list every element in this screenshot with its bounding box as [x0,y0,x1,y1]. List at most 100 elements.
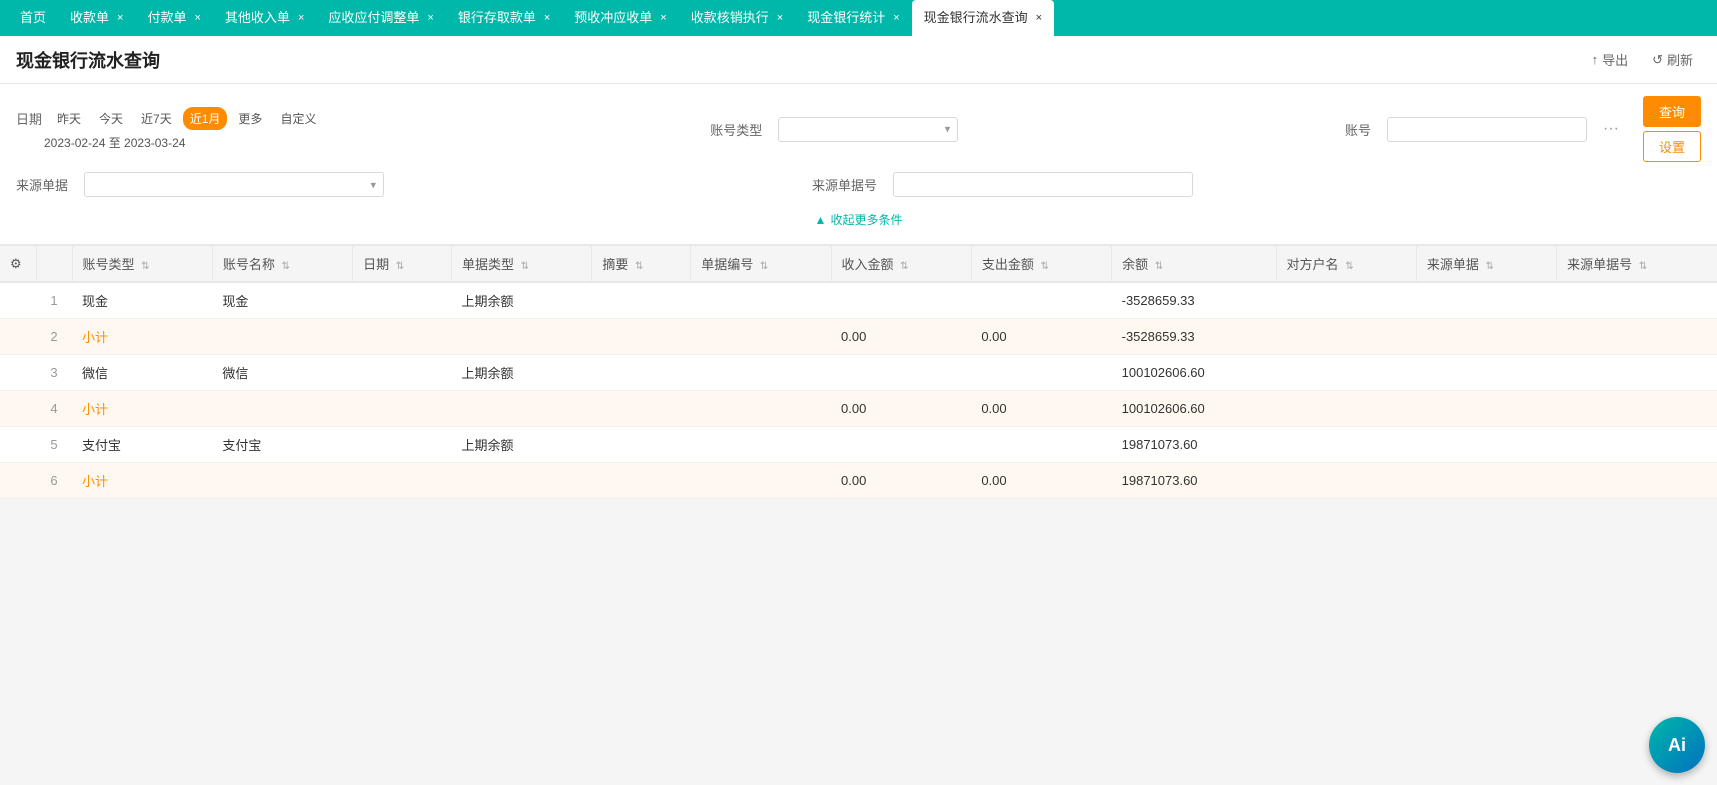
close-icon[interactable]: × [777,0,783,36]
query-button[interactable]: 查询 [1643,96,1701,127]
account-input[interactable] [1387,117,1587,142]
sort-icon[interactable]: ⇅ [900,261,908,272]
row-gear-cell [0,391,36,427]
dots-button[interactable]: ··· [1603,120,1619,138]
col-doc-no: 单据编号 ⇅ [691,246,831,283]
cell-source-doc [1416,282,1556,319]
nav-item-adjustment[interactable]: 应收应付调整单 × [316,0,445,36]
source-doc-select[interactable] [84,172,384,197]
cell-income [831,282,971,319]
top-navigation: 首页 收款单 × 付款单 × 其他收入单 × 应收应付调整单 × 银行存取款单 … [0,0,1717,36]
cell-summary [592,319,691,355]
date-btn-custom[interactable]: 自定义 [273,107,323,130]
row-index: 3 [36,355,72,391]
cell-summary [592,463,691,499]
nav-item-other-income[interactable]: 其他收入单 × [213,0,316,36]
sort-icon[interactable]: ⇅ [396,261,404,272]
cell-doc-type: 上期余额 [452,282,592,319]
account-type-label: 账号类型 [710,120,762,139]
cell-source-doc [1416,391,1556,427]
table-container: ⚙ 账号类型 ⇅ 账号名称 ⇅ 日期 ⇅ 单据类型 ⇅ [0,245,1717,499]
cell-account-name: 微信 [212,355,352,391]
row-gear-cell [0,355,36,391]
cell-account-name [212,391,352,427]
nav-item-home[interactable]: 首页 [8,0,58,36]
nav-item-receipt[interactable]: 收款单 × [58,0,135,36]
cell-counterpart [1276,463,1416,499]
date-btn-7days[interactable]: 近7天 [134,107,179,130]
sort-icon[interactable]: ⇅ [1639,261,1647,272]
settings-button[interactable]: 设置 [1643,131,1701,162]
close-icon[interactable]: × [194,0,200,36]
cell-summary [592,355,691,391]
date-btn-1month[interactable]: 近1月 [183,107,228,130]
cell-account-type: 小计 [72,391,212,427]
date-btn-yesterday[interactable]: 昨天 [50,107,88,130]
cell-doc-type [452,463,592,499]
gear-icon[interactable]: ⚙ [10,256,22,271]
nav-item-prepay[interactable]: 预收冲应收单 × [562,0,678,36]
close-icon[interactable]: × [117,0,123,36]
data-table: ⚙ 账号类型 ⇅ 账号名称 ⇅ 日期 ⇅ 单据类型 ⇅ [0,245,1717,499]
close-icon[interactable]: × [893,0,899,36]
nav-item-payment[interactable]: 付款单 × [135,0,212,36]
cell-source-doc [1416,355,1556,391]
table-row: 3微信微信上期余额100102606.60 [0,355,1717,391]
date-btn-more[interactable]: 更多 [231,107,269,130]
source-doc-no-label: 来源单据号 [812,175,877,194]
export-button[interactable]: ↑ 导出 [1584,46,1637,73]
source-doc-no-input[interactable] [893,172,1193,197]
close-icon[interactable]: × [298,0,304,36]
table-row: 5支付宝支付宝上期余额19871073.60 [0,427,1717,463]
sort-icon[interactable]: ⇅ [521,261,529,272]
cell-expense [971,355,1111,391]
sort-icon[interactable]: ⇅ [760,261,768,272]
sort-icon[interactable]: ⇅ [1486,261,1494,272]
cell-date [353,427,452,463]
sort-icon[interactable]: ⇅ [1345,261,1353,272]
cell-source-doc-no [1557,463,1717,499]
nav-item-cashflow[interactable]: 现金银行流水查询 × [912,0,1054,36]
nav-item-bank[interactable]: 银行存取款单 × [446,0,562,36]
nav-item-statistics[interactable]: 现金银行统计 × [795,0,911,36]
sort-icon[interactable]: ⇅ [281,261,289,272]
sort-icon[interactable]: ⇅ [1040,261,1048,272]
cell-source-doc-no [1557,355,1717,391]
row-gear-cell [0,282,36,319]
nav-item-verify[interactable]: 收款核销执行 × [679,0,795,36]
account-type-select[interactable] [778,117,958,142]
export-icon: ↑ [1592,52,1599,67]
cell-doc-no [691,282,831,319]
close-icon[interactable]: × [660,0,666,36]
sort-icon[interactable]: ⇅ [1155,261,1163,272]
cell-expense: 0.00 [971,391,1111,427]
cell-account-name: 现金 [212,282,352,319]
cell-income [831,355,971,391]
table-row: 6小计0.000.0019871073.60 [0,463,1717,499]
col-expense: 支出金额 ⇅ [971,246,1111,283]
sort-icon[interactable]: ⇅ [141,261,149,272]
sort-icon[interactable]: ⇅ [635,261,643,272]
close-icon[interactable]: × [427,0,433,36]
cell-expense: 0.00 [971,463,1111,499]
cell-source-doc [1416,319,1556,355]
page-header: 现金银行流水查询 ↑ 导出 ↺ 刷新 [0,36,1717,84]
cell-doc-no [691,319,831,355]
ai-button[interactable]: Ai [1649,717,1705,773]
close-icon[interactable]: × [544,0,550,36]
cell-balance: 100102606.60 [1112,391,1276,427]
cell-source-doc-no [1557,391,1717,427]
date-btn-today[interactable]: 今天 [92,107,130,130]
cell-expense [971,282,1111,319]
cell-source-doc-no [1557,319,1717,355]
cell-doc-type: 上期余额 [452,355,592,391]
cell-balance: 19871073.60 [1112,463,1276,499]
row-index: 2 [36,319,72,355]
refresh-button[interactable]: ↺ 刷新 [1644,46,1701,73]
table-row: 2小计0.000.00-3528659.33 [0,319,1717,355]
close-icon[interactable]: × [1036,0,1042,36]
cell-doc-no [691,427,831,463]
cell-date [353,355,452,391]
collapse-bar[interactable]: ▲ 收起更多条件 [16,207,1701,232]
cell-balance: -3528659.33 [1112,282,1276,319]
